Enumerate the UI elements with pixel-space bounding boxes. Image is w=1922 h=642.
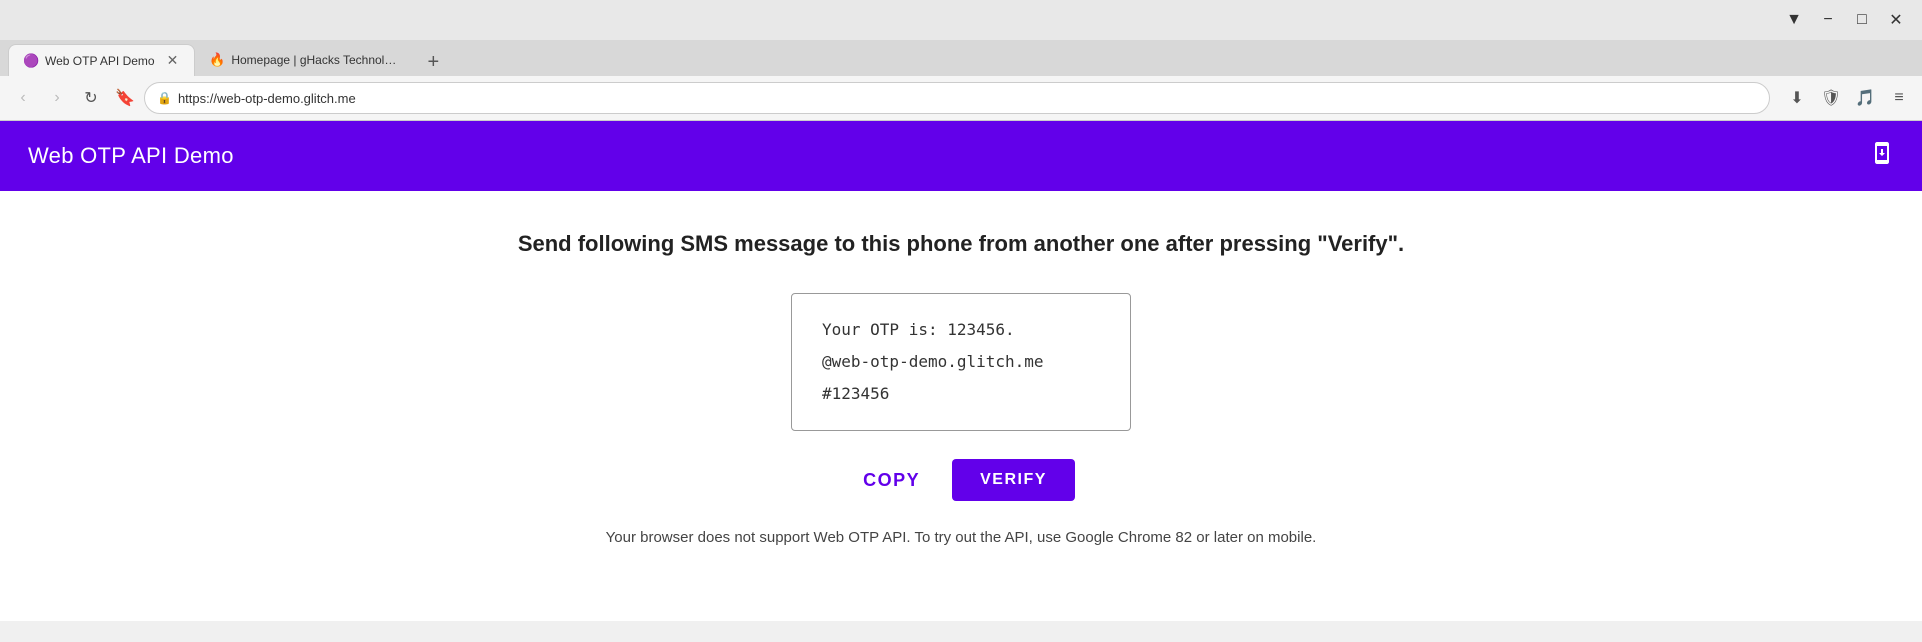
reload-button[interactable]: ↻ xyxy=(76,83,106,113)
tab-close-1[interactable]: ✕ xyxy=(165,52,181,69)
address-bar: ‹ › ↻ 🔖 🔒 https://web-otp-demo.glitch.me… xyxy=(0,76,1922,120)
sms-box: Your OTP is: 123456. @web-otp-demo.glitc… xyxy=(791,293,1131,431)
tab-bar: 🟣 Web OTP API Demo ✕ 🔥 Homepage | gHacks… xyxy=(0,40,1922,76)
action-buttons: COPY VERIFY xyxy=(847,459,1075,501)
app-header: Web OTP API Demo xyxy=(0,121,1922,191)
bookmark-button[interactable]: 🔖 xyxy=(110,83,140,113)
url-text: https://web-otp-demo.glitch.me xyxy=(178,91,1757,106)
sms-line-2: @web-otp-demo.glitch.me #123456 xyxy=(822,346,1100,410)
instruction-text: Send following SMS message to this phone… xyxy=(518,231,1404,257)
toolbar-right: ⬇ 🛡 🎵 ≡ xyxy=(1782,83,1914,113)
tab-favicon-1: 🟣 xyxy=(23,53,39,69)
back-button[interactable]: ‹ xyxy=(8,83,38,113)
minimize-button[interactable]: − xyxy=(1814,6,1842,34)
copy-button[interactable]: COPY xyxy=(847,460,936,501)
close-button[interactable]: ✕ xyxy=(1882,6,1910,34)
browser-chrome: ▼ − □ ✕ 🟣 Web OTP API Demo ✕ 🔥 Homepage … xyxy=(0,0,1922,121)
window-controls: ▼ − □ ✕ xyxy=(1780,6,1910,34)
sms-line-1: Your OTP is: 123456. xyxy=(822,314,1100,346)
forward-button[interactable]: › xyxy=(42,83,72,113)
maximize-button[interactable]: □ xyxy=(1848,6,1876,34)
lock-icon: 🔒 xyxy=(157,91,172,105)
app-header-icon xyxy=(1870,141,1894,171)
tab-ghacks[interactable]: 🔥 Homepage | gHacks Technology News xyxy=(195,44,415,76)
new-tab-button[interactable]: + xyxy=(419,48,447,76)
menu-button[interactable]: ≡ xyxy=(1884,83,1914,113)
media-button[interactable]: 🎵 xyxy=(1850,83,1880,113)
tab-favicon-2: 🔥 xyxy=(209,52,225,68)
extensions-button[interactable]: ▼ xyxy=(1780,6,1808,34)
tab-web-otp[interactable]: 🟣 Web OTP API Demo ✕ xyxy=(8,44,195,76)
app-title: Web OTP API Demo xyxy=(28,143,234,169)
main-content: Send following SMS message to this phone… xyxy=(0,191,1922,586)
download-button[interactable]: ⬇ xyxy=(1782,83,1812,113)
notice-text: Your browser does not support Web OTP AP… xyxy=(606,529,1317,546)
address-input-wrapper[interactable]: 🔒 https://web-otp-demo.glitch.me xyxy=(144,82,1770,114)
title-bar: ▼ − □ ✕ xyxy=(0,0,1922,40)
tab-title-2: Homepage | gHacks Technology News xyxy=(231,53,401,67)
tab-title-1: Web OTP API Demo xyxy=(45,54,155,68)
brave-shield-button[interactable]: 🛡 xyxy=(1816,83,1846,113)
page-content: Web OTP API Demo Send following SMS mess… xyxy=(0,121,1922,621)
verify-button[interactable]: VERIFY xyxy=(952,459,1075,501)
